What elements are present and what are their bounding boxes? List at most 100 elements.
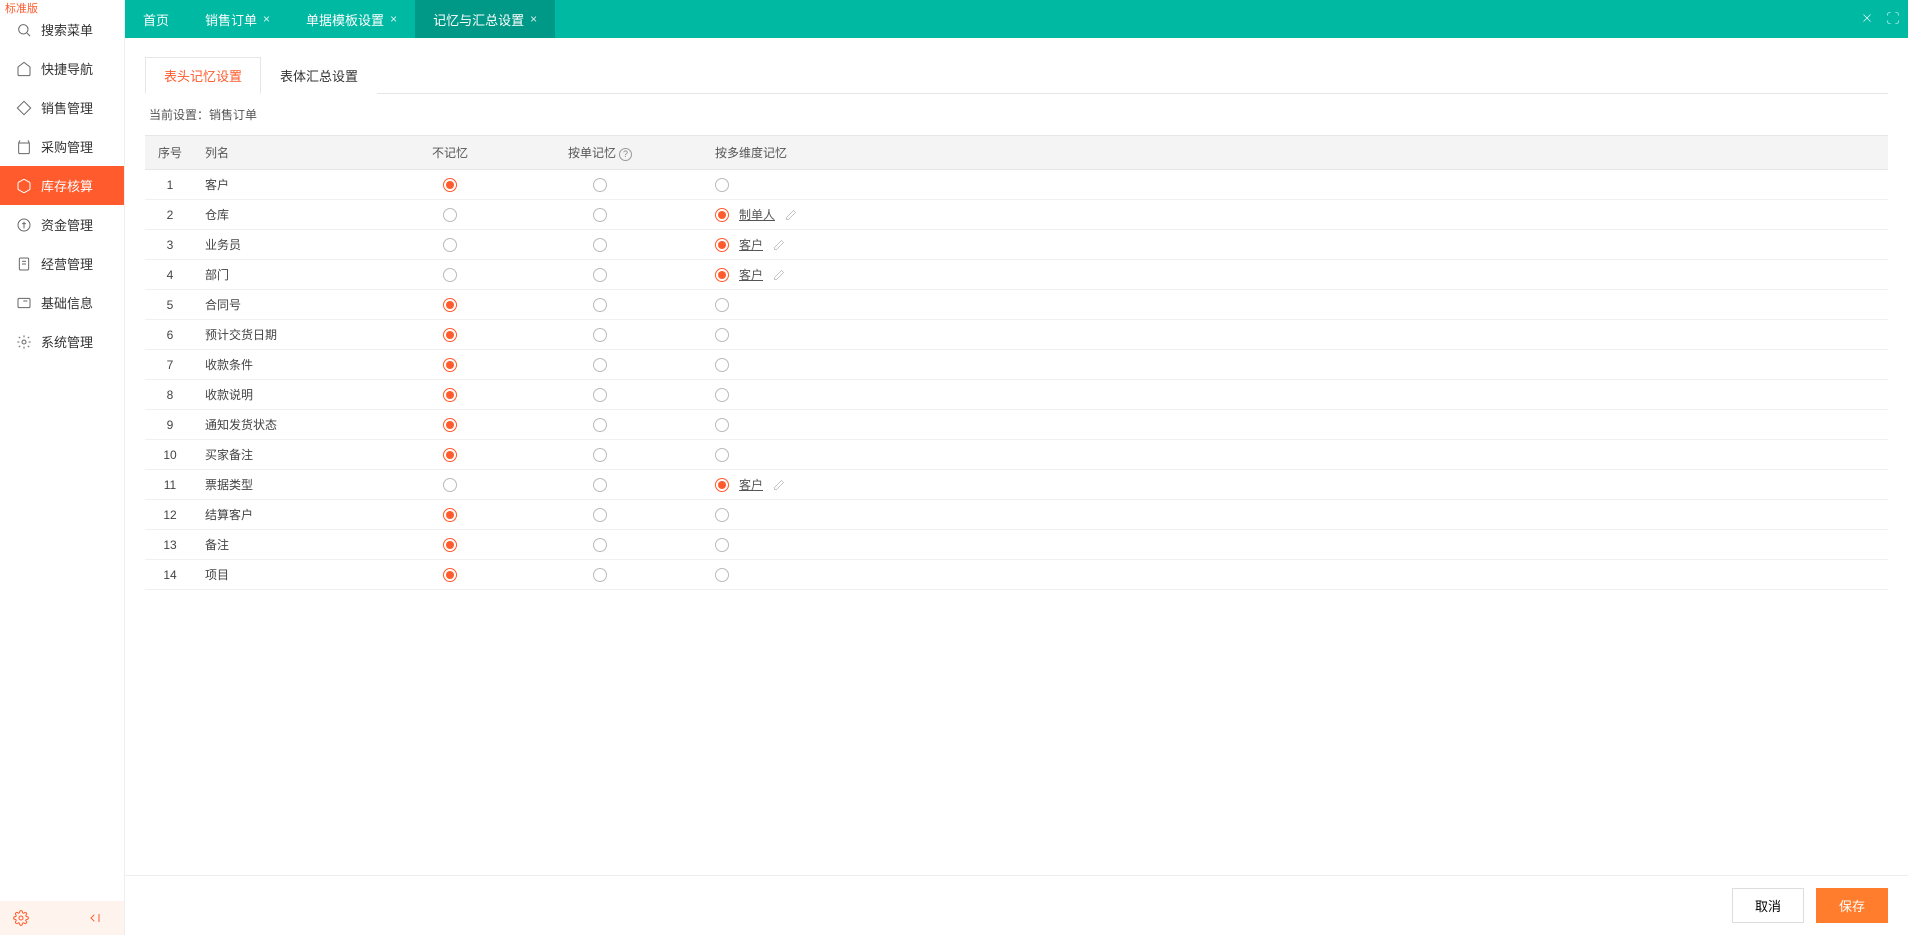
cell-seq: 3 <box>145 230 195 260</box>
radio-byorder[interactable] <box>593 418 607 432</box>
cell-bymulti <box>675 530 1888 560</box>
radio-bymulti[interactable] <box>715 358 729 372</box>
radio-none[interactable] <box>443 568 457 582</box>
radio-bymulti[interactable] <box>715 178 729 192</box>
radio-byorder[interactable] <box>593 568 607 582</box>
radio-none[interactable] <box>443 448 457 462</box>
cell-name: 票据类型 <box>195 470 375 500</box>
cell-bymulti: 客户 <box>675 230 1888 260</box>
sidebar-item-system[interactable]: 系统管理 <box>0 322 124 361</box>
radio-none[interactable] <box>443 178 457 192</box>
radio-byorder[interactable] <box>593 508 607 522</box>
table-row: 14项目 <box>145 560 1888 590</box>
tabs-close-all-icon[interactable] <box>1860 11 1874 28</box>
radio-none[interactable] <box>443 298 457 312</box>
cell-none <box>375 500 525 530</box>
multi-dimension-label[interactable]: 客户 <box>739 476 763 493</box>
sidebar-item-quicknav[interactable]: 快捷导航 <box>0 49 124 88</box>
cell-seq: 5 <box>145 290 195 320</box>
radio-none[interactable] <box>443 208 457 222</box>
radio-byorder[interactable] <box>593 388 607 402</box>
radio-bymulti[interactable] <box>715 268 729 282</box>
cell-seq: 12 <box>145 500 195 530</box>
radio-byorder[interactable] <box>593 328 607 342</box>
radio-none[interactable] <box>443 478 457 492</box>
table-row: 13备注 <box>145 530 1888 560</box>
help-icon[interactable]: ? <box>619 148 632 161</box>
radio-bymulti[interactable] <box>715 328 729 342</box>
radio-bymulti[interactable] <box>715 238 729 252</box>
radio-none[interactable] <box>443 538 457 552</box>
cell-seq: 14 <box>145 560 195 590</box>
radio-bymulti[interactable] <box>715 508 729 522</box>
tab-2[interactable]: 单据模板设置 × <box>288 0 415 38</box>
multi-dimension-label[interactable]: 客户 <box>739 236 763 253</box>
radio-none[interactable] <box>443 328 457 342</box>
radio-byorder[interactable] <box>593 448 607 462</box>
th-none: 不记忆 <box>375 136 525 170</box>
settings-icon[interactable] <box>12 909 30 927</box>
radio-bymulti[interactable] <box>715 568 729 582</box>
table-row: 4部门客户 <box>145 260 1888 290</box>
radio-byorder[interactable] <box>593 238 607 252</box>
table-row: 5合同号 <box>145 290 1888 320</box>
edit-icon[interactable] <box>773 479 785 491</box>
radio-byorder[interactable] <box>593 538 607 552</box>
tab-close-icon[interactable]: × <box>263 12 270 26</box>
subtab-0[interactable]: 表头记忆设置 <box>145 57 261 94</box>
table-row: 10买家备注 <box>145 440 1888 470</box>
subtab-1[interactable]: 表体汇总设置 <box>261 57 377 94</box>
radio-byorder[interactable] <box>593 178 607 192</box>
tab-close-icon[interactable]: × <box>390 12 397 26</box>
radio-byorder[interactable] <box>593 358 607 372</box>
radio-none[interactable] <box>443 388 457 402</box>
tab-label: 首页 <box>143 10 169 29</box>
gear-icon <box>15 333 33 351</box>
radio-bymulti[interactable] <box>715 298 729 312</box>
tab-0[interactable]: 首页 <box>125 0 187 38</box>
save-button[interactable]: 保存 <box>1816 888 1888 923</box>
radio-none[interactable] <box>443 358 457 372</box>
radio-bymulti[interactable] <box>715 418 729 432</box>
radio-none[interactable] <box>443 508 457 522</box>
sidebar-item-purchase[interactable]: 采购管理 <box>0 127 124 166</box>
sidebar-item-inventory[interactable]: 库存核算 <box>0 166 124 205</box>
radio-byorder[interactable] <box>593 478 607 492</box>
cell-byorder <box>525 500 675 530</box>
sidebar-item-funds[interactable]: 资金管理 <box>0 205 124 244</box>
multi-dimension-label[interactable]: 客户 <box>739 266 763 283</box>
tab-1[interactable]: 销售订单× <box>187 0 288 38</box>
edit-icon[interactable] <box>785 209 797 221</box>
sidebar-item-business[interactable]: 经营管理 <box>0 244 124 283</box>
tab-close-icon[interactable]: × <box>530 12 537 26</box>
cell-none <box>375 230 525 260</box>
radio-byorder[interactable] <box>593 268 607 282</box>
radio-bymulti[interactable] <box>715 448 729 462</box>
radio-bymulti[interactable] <box>715 478 729 492</box>
radio-bymulti[interactable] <box>715 388 729 402</box>
radio-none[interactable] <box>443 268 457 282</box>
sidebar-item-basic[interactable]: 基础信息 <box>0 283 124 322</box>
table-row: 2仓库制单人 <box>145 200 1888 230</box>
edit-icon[interactable] <box>773 239 785 251</box>
radio-bymulti[interactable] <box>715 208 729 222</box>
radio-byorder[interactable] <box>593 208 607 222</box>
cell-name: 业务员 <box>195 230 375 260</box>
radio-none[interactable] <box>443 418 457 432</box>
sidebar-item-sales[interactable]: 销售管理 <box>0 88 124 127</box>
edit-icon[interactable] <box>773 269 785 281</box>
tab-label: 单据模板设置 <box>306 10 384 29</box>
cell-byorder <box>525 290 675 320</box>
sidebar-item-label: 快捷导航 <box>41 59 93 78</box>
radio-byorder[interactable] <box>593 298 607 312</box>
fullscreen-icon[interactable] <box>1886 11 1900 28</box>
table-row: 6预计交货日期 <box>145 320 1888 350</box>
radio-none[interactable] <box>443 238 457 252</box>
multi-dimension-label[interactable]: 制单人 <box>739 206 775 223</box>
cell-name: 仓库 <box>195 200 375 230</box>
cell-name: 结算客户 <box>195 500 375 530</box>
tab-3[interactable]: 记忆与汇总设置× <box>415 0 555 38</box>
radio-bymulti[interactable] <box>715 538 729 552</box>
cancel-button[interactable]: 取消 <box>1732 888 1804 923</box>
collapse-icon[interactable] <box>86 909 104 927</box>
